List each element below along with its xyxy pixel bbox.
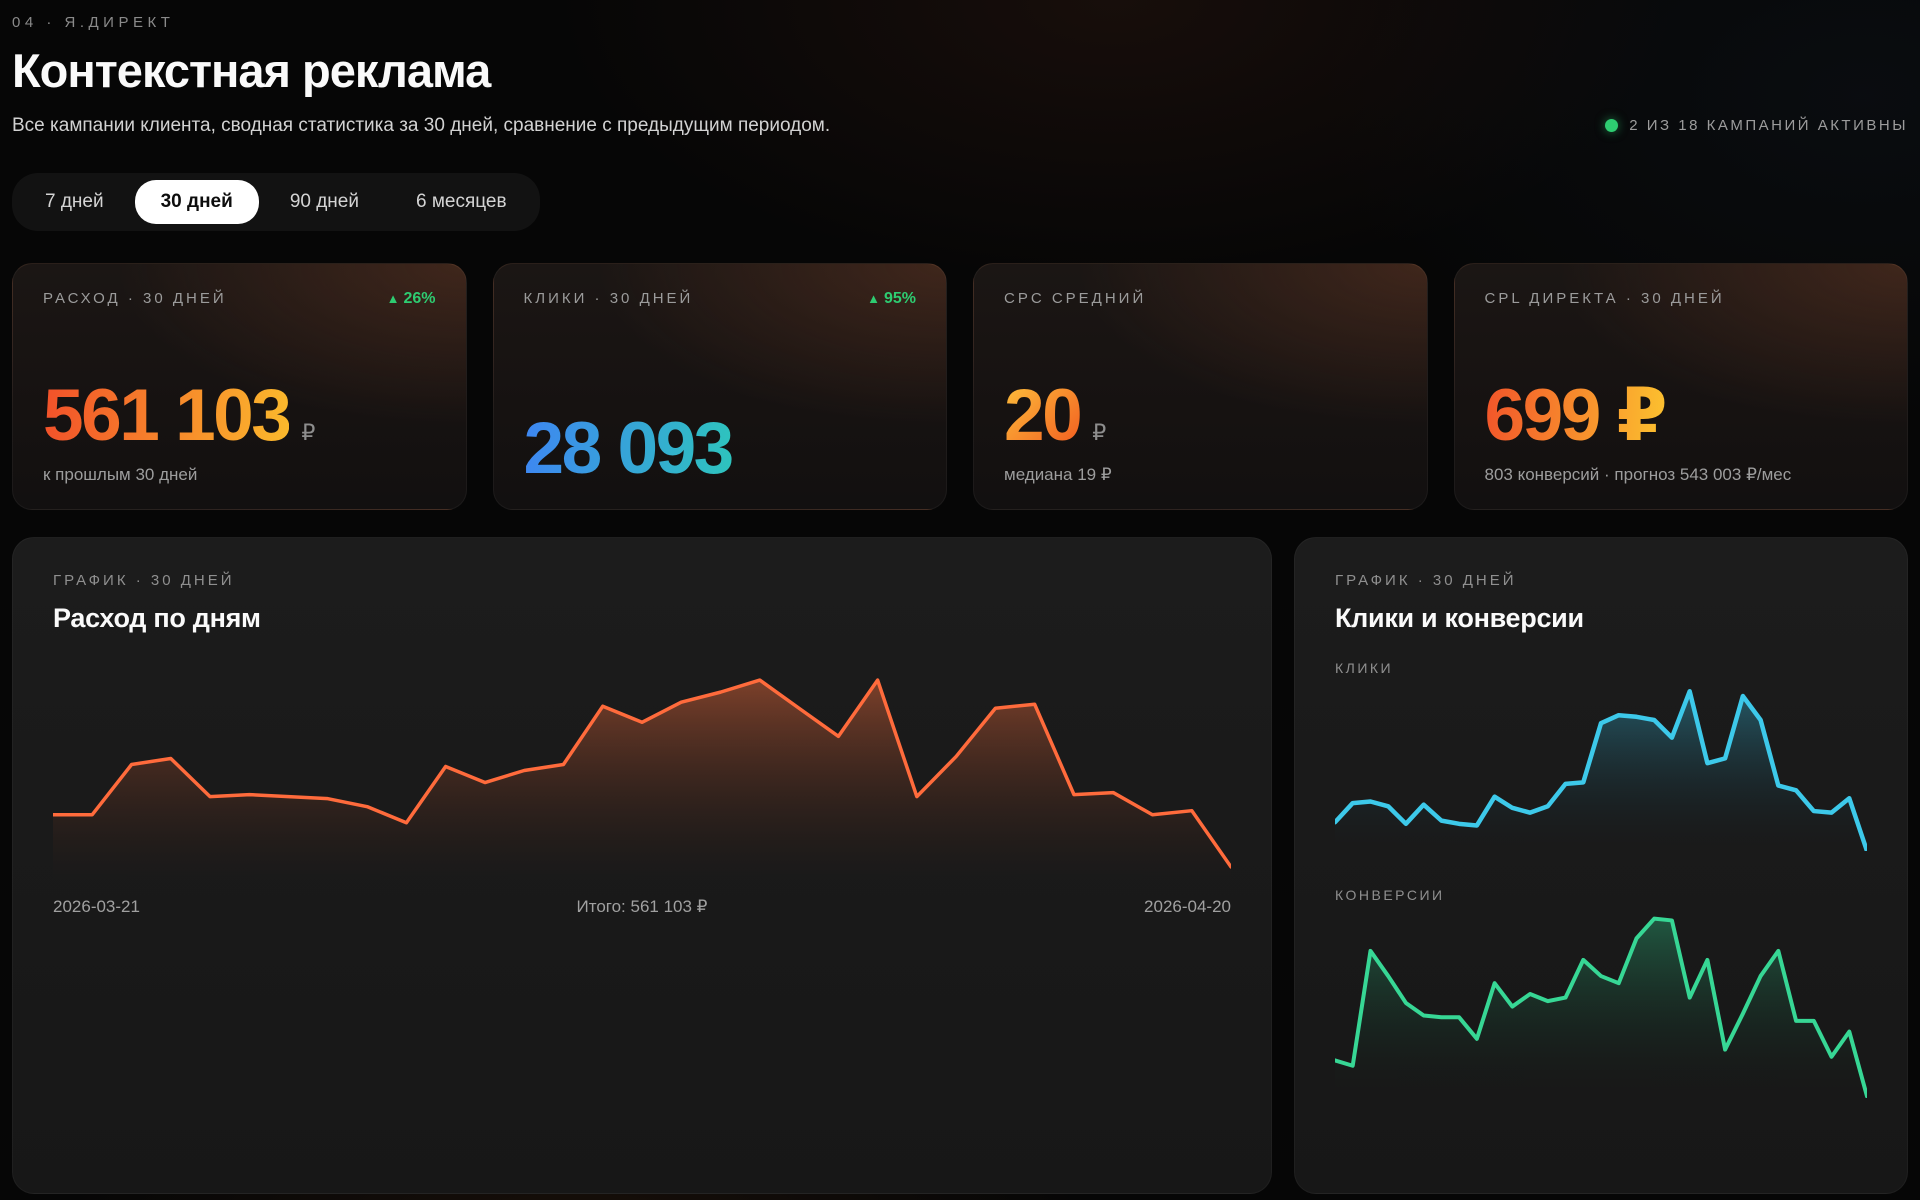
card-cpc-label: CPC СРЕДНИЙ bbox=[1004, 289, 1147, 307]
card-cpc-value: 20 bbox=[1004, 374, 1083, 456]
charts-row: ГРАФИК · 30 ДНЕЙ Расход по дням 2026-03-… bbox=[12, 536, 1908, 1194]
conversions-series-label: КОНВЕРСИИ bbox=[1335, 886, 1445, 903]
stat-cards-row: РАСХОД · 30 ДНЕЙ ▲ 26% 561 103 ₽ к прошлы… bbox=[12, 262, 1908, 510]
card-spend-delta-value: 26% bbox=[403, 289, 436, 307]
arrow-up-icon: ▲ bbox=[867, 290, 880, 306]
header-row: Все кампании клиента, сводная статистика… bbox=[12, 115, 1908, 137]
conversions-area-chart bbox=[1335, 915, 1867, 1098]
card-cpl-value: 699 ₽ bbox=[1484, 374, 1668, 456]
card-cpc: CPC СРЕДНИЙ 20 ₽ медиана 19 ₽ bbox=[973, 262, 1428, 510]
page-title: Контекстная реклама bbox=[12, 44, 491, 97]
card-clicks-label: КЛИКИ · 30 ДНЕЙ bbox=[523, 289, 694, 307]
card-spend: РАСХОД · 30 ДНЕЙ ▲ 26% 561 103 ₽ к прошлы… bbox=[12, 262, 467, 510]
card-clicks-value: 28 093 bbox=[523, 407, 735, 489]
card-clicks-delta-badge: ▲ 95% bbox=[867, 290, 916, 308]
clicks-panel-title: Клики и конверсии bbox=[1335, 602, 1584, 633]
tab-6-months[interactable]: 6 месяцев bbox=[390, 180, 533, 224]
clicks-panel-label: ГРАФИК · 30 ДНЕЙ bbox=[1335, 571, 1517, 589]
dashboard-page: 04 · Я.ДИРЕКТ Контекстная реклама Все ка… bbox=[0, 0, 1920, 1200]
axis-start-date: 2026-03-21 bbox=[53, 896, 140, 916]
breadcrumb: 04 · Я.ДИРЕКТ bbox=[12, 14, 175, 31]
card-cpc-currency: ₽ bbox=[1092, 419, 1107, 445]
spend-panel-title: Расход по дням bbox=[53, 602, 261, 633]
tab-90-days[interactable]: 90 дней bbox=[264, 180, 385, 224]
axis-total-annotation: Итого: 561 103 ₽ bbox=[576, 896, 708, 916]
status-dot-icon bbox=[1605, 119, 1619, 133]
clicks-area-chart bbox=[1335, 688, 1867, 851]
spend-area-chart bbox=[53, 676, 1231, 881]
spend-panel-label: ГРАФИК · 30 ДНЕЙ bbox=[53, 571, 235, 589]
page-subtitle: Все кампании клиента, сводная статистика… bbox=[12, 114, 831, 136]
card-cpl: CPL ДИРЕКТА · 30 ДНЕЙ 699 ₽ 803 конверси… bbox=[1453, 262, 1908, 510]
arrow-up-icon: ▲ bbox=[386, 290, 400, 306]
status-label: 2 ИЗ 18 КАМПАНИЙ АКТИВНЫ bbox=[1629, 117, 1908, 135]
card-spend-subtext: к прошлым 30 дней bbox=[43, 464, 198, 484]
card-spend-delta-badge: ▲ 26% bbox=[387, 290, 436, 308]
status-badge: 2 ИЗ 18 КАМПАНИЙ АКТИВНЫ bbox=[1605, 117, 1908, 134]
clicks-series-label: КЛИКИ bbox=[1335, 659, 1394, 676]
axis-end-date: 2026-04-20 bbox=[1144, 896, 1231, 916]
card-clicks: КЛИКИ · 30 ДНЕЙ ▲ 95% 28 093 bbox=[492, 262, 947, 510]
card-cpc-subtext: медиана 19 ₽ bbox=[1004, 464, 1112, 484]
card-cpl-subtext: 803 конверсий · прогноз 543 003 ₽/мес bbox=[1484, 464, 1792, 484]
tab-7-days[interactable]: 7 дней bbox=[19, 180, 130, 224]
card-cpl-label: CPL ДИРЕКТА · 30 ДНЕЙ bbox=[1484, 289, 1725, 307]
card-spend-value: 561 103 bbox=[43, 374, 292, 456]
card-spend-label: РАСХОД · 30 ДНЕЙ bbox=[43, 289, 227, 307]
period-tabs: 7 дней 30 дней 90 дней 6 месяцев bbox=[12, 172, 540, 231]
tab-30-days[interactable]: 30 дней bbox=[134, 179, 259, 224]
card-spend-currency: ₽ bbox=[301, 419, 316, 445]
card-clicks-delta-value: 95% bbox=[883, 289, 916, 307]
clicks-conversions-panel: ГРАФИК · 30 ДНЕЙ Клики и конверсии КЛИКИ… bbox=[1294, 536, 1908, 1194]
spend-chart-panel: ГРАФИК · 30 ДНЕЙ Расход по дням 2026-03-… bbox=[12, 536, 1272, 1194]
spend-axis-row: 2026-03-21 Итого: 561 103 ₽ 2026-04-20 bbox=[53, 897, 1231, 917]
